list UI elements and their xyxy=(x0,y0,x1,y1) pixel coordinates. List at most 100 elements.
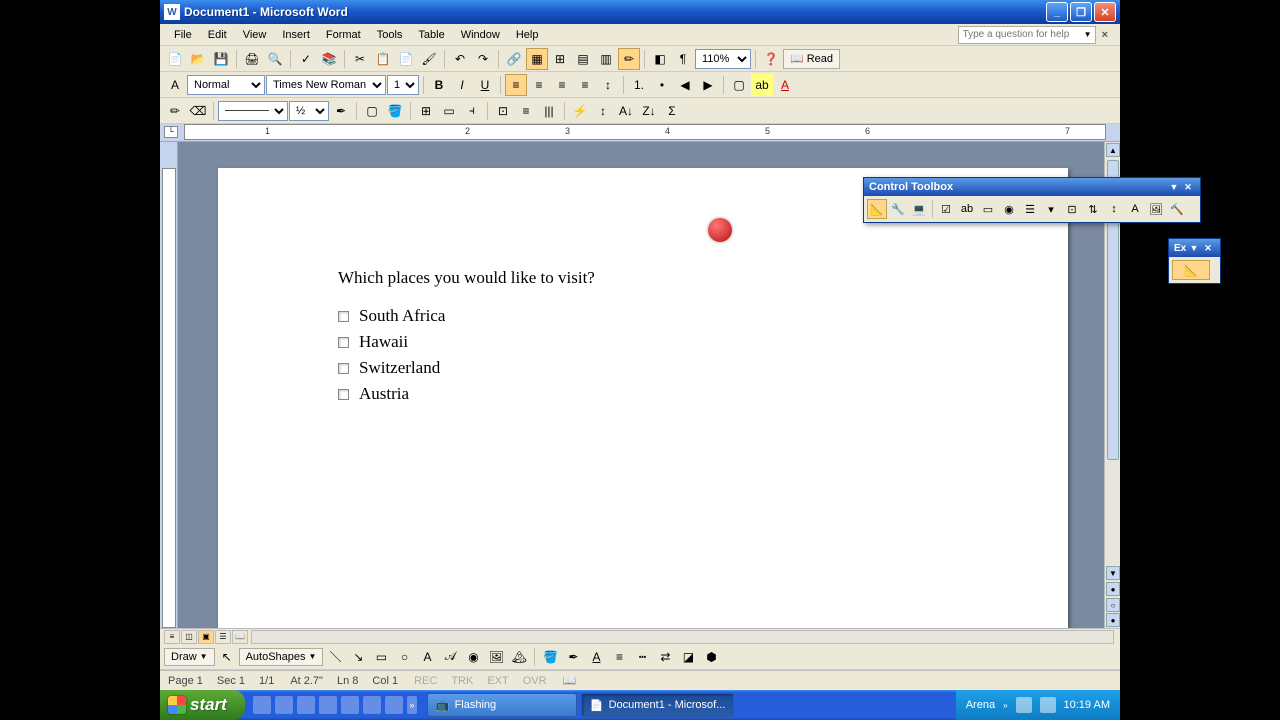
print-icon[interactable]: 🖨 xyxy=(241,48,263,70)
command-button-icon[interactable]: ▭ xyxy=(978,199,998,219)
checkbox-control[interactable] xyxy=(338,363,349,374)
status-rec[interactable]: REC xyxy=(414,675,437,687)
menu-format[interactable]: Format xyxy=(318,27,369,43)
justify-button[interactable]: ≡ xyxy=(574,74,596,96)
styles-pane-icon[interactable]: A xyxy=(164,74,186,96)
tables-borders-icon[interactable]: ▦ xyxy=(526,48,548,70)
option-button-icon[interactable]: ◉ xyxy=(999,199,1019,219)
bold-button[interactable]: B xyxy=(428,74,450,96)
align-cell-button[interactable]: ⊡ xyxy=(492,100,514,122)
toggle-icon[interactable]: ⊡ xyxy=(1062,199,1082,219)
ql-icon[interactable] xyxy=(253,696,271,714)
align-right-button[interactable]: ≡ xyxy=(551,74,573,96)
ql-icon[interactable] xyxy=(319,696,337,714)
merge-cells-button[interactable]: ▭ xyxy=(438,100,460,122)
taskbar-item-flashing[interactable]: 📺Flashing xyxy=(427,693,577,717)
more-controls-icon[interactable]: 🔨 xyxy=(1167,199,1187,219)
toolbox-close-icon[interactable]: ✕ xyxy=(1181,180,1195,194)
help-dropdown-icon[interactable]: ▼ xyxy=(1081,30,1095,39)
numbering-button[interactable]: 1. xyxy=(628,74,650,96)
dash-style-icon[interactable]: ┅ xyxy=(631,646,653,668)
close-doc-button[interactable]: × xyxy=(1096,29,1114,41)
diagram-icon[interactable]: ◉ xyxy=(462,646,484,668)
menu-window[interactable]: Window xyxy=(453,27,508,43)
help-input[interactable] xyxy=(959,29,1081,40)
clipart-icon[interactable]: 🖼 xyxy=(485,646,507,668)
hyperlink-icon[interactable]: 🔗 xyxy=(503,48,525,70)
excel-icon[interactable]: ▤ xyxy=(572,48,594,70)
shadow-icon[interactable]: ◪ xyxy=(677,646,699,668)
start-button[interactable]: start xyxy=(160,690,245,720)
exit-design-options-icon[interactable]: ▼ xyxy=(1187,241,1201,255)
shading-color-button[interactable]: 🪣 xyxy=(384,100,406,122)
help-icon[interactable]: ❓ xyxy=(760,48,782,70)
normal-view-button[interactable]: ≡ xyxy=(164,630,180,644)
image-icon[interactable]: 🖼 xyxy=(1146,199,1166,219)
status-ext[interactable]: EXT xyxy=(487,675,508,687)
autoshapes-menu[interactable]: AutoShapes▼ xyxy=(239,648,324,666)
text-direction-button[interactable]: ↕ xyxy=(592,100,614,122)
menu-table[interactable]: Table xyxy=(410,27,452,43)
textbox-icon[interactable]: ab xyxy=(957,199,977,219)
vertical-ruler[interactable] xyxy=(160,142,178,628)
menu-help[interactable]: Help xyxy=(508,27,547,43)
open-icon[interactable]: 📂 xyxy=(187,48,209,70)
format-painter-icon[interactable]: 🖌 xyxy=(418,48,440,70)
align-left-button[interactable]: ≡ xyxy=(505,74,527,96)
increase-indent-button[interactable]: ▶ xyxy=(697,74,719,96)
close-button[interactable]: ✕ xyxy=(1094,2,1116,22)
scroll-up-icon[interactable]: ▲ xyxy=(1106,143,1120,157)
drawing-icon[interactable]: ✏ xyxy=(618,48,640,70)
style-select[interactable]: Normal xyxy=(187,75,265,95)
new-icon[interactable]: 📄 xyxy=(164,48,186,70)
line-style-select[interactable]: ─────── xyxy=(218,101,288,121)
font-select[interactable]: Times New Roman xyxy=(266,75,386,95)
help-search[interactable]: ▼ xyxy=(958,26,1096,44)
draw-menu[interactable]: Draw▼ xyxy=(164,648,215,666)
autosum-button[interactable]: Σ xyxy=(661,100,683,122)
zoom-select[interactable]: 110% xyxy=(695,49,751,69)
line-spacing-button[interactable]: ↕ xyxy=(597,74,619,96)
status-ovr[interactable]: OVR xyxy=(523,675,547,687)
scrollbar-icon[interactable]: ↕ xyxy=(1104,199,1124,219)
checkbox-control[interactable] xyxy=(338,389,349,400)
ql-chevron-icon[interactable]: » xyxy=(407,696,417,714)
menu-tools[interactable]: Tools xyxy=(369,27,411,43)
exit-design-panel[interactable]: Ex ▼ ✕ 📐 xyxy=(1168,238,1221,284)
ql-icon[interactable] xyxy=(297,696,315,714)
properties-icon[interactable]: 🔧 xyxy=(888,199,908,219)
line-style-icon[interactable]: ≡ xyxy=(608,646,630,668)
line-weight-select[interactable]: ½ xyxy=(289,101,329,121)
scroll-down-icon[interactable]: ▼ xyxy=(1106,566,1120,580)
ql-icon[interactable] xyxy=(275,696,293,714)
exit-design-titlebar[interactable]: Ex ▼ ✕ xyxy=(1169,239,1220,257)
underline-button[interactable]: U xyxy=(474,74,496,96)
bullets-button[interactable]: • xyxy=(651,74,673,96)
insert-table-button[interactable]: ⊞ xyxy=(415,100,437,122)
border-color-button[interactable]: ✒ xyxy=(330,100,352,122)
browse-next-icon[interactable]: ● xyxy=(1106,613,1120,627)
menu-insert[interactable]: Insert xyxy=(274,27,318,43)
decrease-indent-button[interactable]: ◀ xyxy=(674,74,696,96)
minimize-button[interactable]: _ xyxy=(1046,2,1068,22)
3d-icon[interactable]: ⬢ xyxy=(700,646,722,668)
cut-icon[interactable]: ✂ xyxy=(349,48,371,70)
taskbar-item-document1[interactable]: 📄Document1 - Microsof... xyxy=(581,693,734,717)
browse-object-icon[interactable]: ○ xyxy=(1106,598,1120,612)
save-icon[interactable]: 💾 xyxy=(210,48,232,70)
print-preview-icon[interactable]: 🔍 xyxy=(264,48,286,70)
exit-design-mode-icon[interactable]: 📐 xyxy=(1172,260,1210,280)
split-cells-button[interactable]: ⫞ xyxy=(461,100,483,122)
reading-view-button[interactable]: 📖 xyxy=(232,630,248,644)
select-objects-icon[interactable]: ↖ xyxy=(216,646,238,668)
ql-icon[interactable] xyxy=(341,696,359,714)
combobox-icon[interactable]: ▾ xyxy=(1041,199,1061,219)
autoformat-button[interactable]: ⚡ xyxy=(569,100,591,122)
doc-map-icon[interactable]: ◧ xyxy=(649,48,671,70)
tray-icon[interactable] xyxy=(1016,697,1032,713)
checkbox-icon[interactable]: ☑ xyxy=(936,199,956,219)
web-view-button[interactable]: ◫ xyxy=(181,630,197,644)
draw-table-icon[interactable]: ✏ xyxy=(164,100,186,122)
redo-icon[interactable]: ↷ xyxy=(472,48,494,70)
document-page[interactable]: Which places you would like to visit? So… xyxy=(218,168,1068,628)
